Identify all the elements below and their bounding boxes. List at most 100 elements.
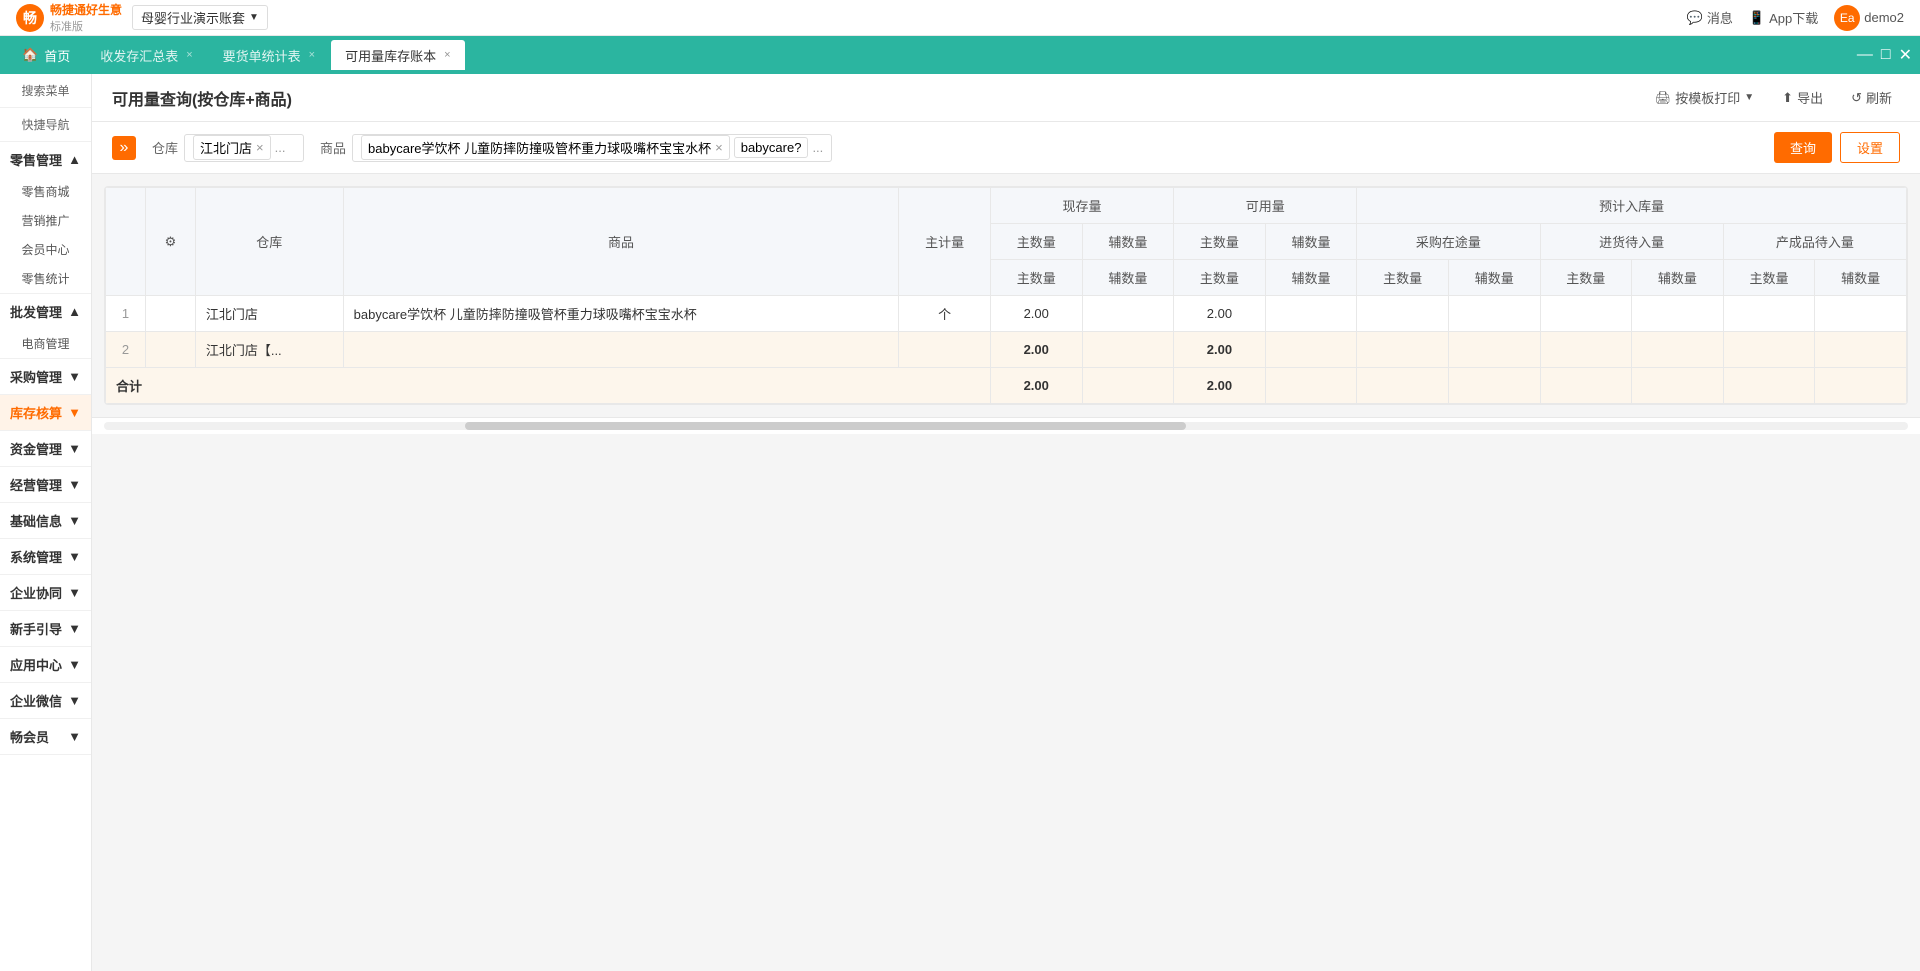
- cell-row-1-settings: [146, 296, 196, 332]
- tab-available-stock[interactable]: 可用量库存账本 ×: [331, 40, 464, 70]
- tab-order-stats[interactable]: 要货单统计表 ×: [209, 40, 329, 70]
- purchase-label: 采购管理: [10, 367, 62, 386]
- cell-row-2-product: [343, 332, 899, 368]
- product-ellipsis[interactable]: ...: [812, 140, 823, 155]
- sidebar-search-area[interactable]: 搜索菜单: [0, 74, 91, 108]
- tab-receipts[interactable]: 收发存汇总表 ×: [86, 40, 206, 70]
- product-tag-1-remove[interactable]: ×: [715, 140, 723, 155]
- cell-row-1-unit: 个: [899, 296, 991, 332]
- filter-toggle-button[interactable]: »: [112, 136, 136, 160]
- logo-text-block: 畅捷通好生意 标准版: [50, 1, 122, 34]
- sidebar-item-retail-mall[interactable]: 零售商城: [0, 177, 91, 206]
- warehouse-input[interactable]: 江北门店 × ...: [184, 134, 304, 162]
- sidebar-ops-header[interactable]: 经营管理 ▼: [0, 467, 91, 502]
- scrollbar-thumb[interactable]: [465, 422, 1187, 430]
- sidebar-collab-header[interactable]: 企业协同 ▼: [0, 575, 91, 610]
- th-purchase-transit: 采购在途量: [1357, 224, 1540, 260]
- th-planned-inbound: 预计入库量: [1357, 188, 1907, 224]
- cell-row-2-avail-main: 2.00: [1174, 332, 1266, 368]
- sidebar-shortcut[interactable]: 快捷导航: [0, 108, 91, 142]
- tab-home[interactable]: 🏠 首页: [8, 40, 84, 70]
- sidebar-section-changhui: 畅会员 ▼: [0, 719, 91, 755]
- cell-row-1-avail-main: 2.00: [1174, 296, 1266, 332]
- print-button[interactable]: 🖨 按模板打印 ▼: [1647, 84, 1762, 111]
- warehouse-tag-value: 江北门店: [200, 138, 252, 157]
- horizontal-scrollbar[interactable]: [92, 417, 1920, 434]
- summary-pp-main: [1723, 368, 1815, 404]
- tab-home-label: 首页: [44, 46, 70, 65]
- maximize-button[interactable]: □: [1881, 46, 1891, 64]
- summary-pt-main: [1357, 368, 1449, 404]
- cell-row-1-num: 1: [106, 296, 146, 332]
- th-settings[interactable]: ⚙: [146, 188, 196, 296]
- scrollbar-track[interactable]: [104, 422, 1908, 430]
- summary-current-main: 2.00: [990, 368, 1082, 404]
- sidebar-wholesale-header[interactable]: 批发管理 ▲: [0, 294, 91, 329]
- warehouse-tag: 江北门店 ×: [193, 135, 271, 160]
- print-dropdown-icon: ▼: [1744, 92, 1754, 103]
- shortcut-label[interactable]: 快捷导航: [6, 110, 85, 139]
- th-pt-main: 主数量: [1357, 260, 1449, 296]
- sidebar-purchase-header[interactable]: 采购管理 ▼: [0, 359, 91, 394]
- table-container: ⚙ 仓库 商品 主计量 现存量 可用量 预计入库量 主数量 辅数量 主数量 辅数…: [104, 186, 1908, 405]
- finance-label: 资金管理: [10, 439, 62, 458]
- sidebar-item-ecommerce[interactable]: 电商管理: [0, 329, 91, 358]
- sidebar-system-header[interactable]: 系统管理 ▼: [0, 539, 91, 574]
- wholesale-arrow: ▲: [68, 304, 81, 319]
- cell-row-2-unit: [899, 332, 991, 368]
- sidebar-newbie-header[interactable]: 新手引导 ▼: [0, 611, 91, 646]
- nav-tabs: 🏠 首页 收发存汇总表 × 要货单统计表 × 可用量库存账本 × — □ ✕: [0, 36, 1920, 74]
- sidebar-inventory-header[interactable]: 库存核算 ▼: [0, 395, 91, 430]
- th-ip-main: 主数量: [1540, 260, 1632, 296]
- print-icon: 🖨: [1655, 90, 1672, 106]
- sidebar-basic-header[interactable]: 基础信息 ▼: [0, 503, 91, 538]
- sidebar-wechat-header[interactable]: 企业微信 ▼: [0, 683, 91, 718]
- product-filter: 商品 babycare学饮杯 儿童防摔防撞吸管杯重力球吸嘴杯宝宝水杯 × bab…: [320, 134, 832, 162]
- th-pp-aux: 辅数量: [1815, 260, 1907, 296]
- warehouse-ellipsis[interactable]: ...: [275, 140, 286, 155]
- tab-available-stock-close[interactable]: ×: [444, 49, 450, 61]
- th-current-stock: 现存量: [990, 188, 1173, 224]
- sidebar-retail-header[interactable]: 零售管理 ▲: [0, 142, 91, 177]
- print-label: 按模板打印: [1675, 88, 1740, 107]
- inventory-arrow: ▼: [68, 405, 81, 420]
- search-menu-label[interactable]: 搜索菜单: [6, 82, 85, 99]
- cell-row-1-pp-aux: [1815, 296, 1907, 332]
- tab-order-stats-close[interactable]: ×: [309, 49, 315, 61]
- tab-receipts-label: 收发存汇总表: [100, 46, 178, 65]
- sidebar-section-inventory: 库存核算 ▼: [0, 395, 91, 431]
- tab-receipts-close[interactable]: ×: [186, 49, 192, 61]
- user-name: demo2: [1864, 10, 1904, 25]
- close-button[interactable]: ✕: [1899, 45, 1912, 65]
- sidebar-item-retail-stats[interactable]: 零售统计: [0, 264, 91, 293]
- query-button[interactable]: 查询: [1774, 132, 1832, 163]
- user-area[interactable]: Ea demo2: [1834, 5, 1904, 31]
- sidebar-apps-header[interactable]: 应用中心 ▼: [0, 647, 91, 682]
- industry-name: 母婴行业演示账套: [141, 8, 245, 27]
- th-cs-aux-qty: 辅数量: [1082, 260, 1174, 296]
- settings-button[interactable]: 设置: [1840, 132, 1900, 163]
- app-download-button[interactable]: 📱 App下载: [1749, 8, 1818, 27]
- th-available-main: 主数量: [1174, 224, 1266, 260]
- warehouse-tag-remove[interactable]: ×: [256, 140, 264, 155]
- sidebar-item-marketing[interactable]: 营销推广: [0, 206, 91, 235]
- sidebar-item-member[interactable]: 会员中心: [0, 235, 91, 264]
- cell-row-1-current-aux: [1082, 296, 1174, 332]
- sidebar-changhui-header[interactable]: 畅会员 ▼: [0, 719, 91, 754]
- home-icon: 🏠: [22, 47, 38, 63]
- refresh-button[interactable]: ↺ 刷新: [1843, 84, 1900, 111]
- logo-icon: 畅: [16, 4, 44, 32]
- purchase-arrow: ▼: [68, 369, 81, 384]
- data-table: ⚙ 仓库 商品 主计量 现存量 可用量 预计入库量 主数量 辅数量 主数量 辅数…: [105, 187, 1907, 404]
- th-pp-main: 主数量: [1723, 260, 1815, 296]
- industry-selector[interactable]: 母婴行业演示账套 ▼: [132, 5, 268, 30]
- minimize-button[interactable]: —: [1857, 46, 1873, 64]
- message-button[interactable]: 💬 消息: [1687, 8, 1733, 27]
- export-button[interactable]: ⬆ 导出: [1774, 84, 1831, 111]
- tab-order-stats-label: 要货单统计表: [223, 46, 301, 65]
- cell-row-1-current-main: 2.00: [990, 296, 1082, 332]
- settings-gear-icon[interactable]: ⚙: [165, 234, 177, 249]
- summary-row: 合计 2.00 2.00: [106, 368, 1907, 404]
- sidebar-finance-header[interactable]: 资金管理 ▼: [0, 431, 91, 466]
- product-input[interactable]: babycare学饮杯 儿童防摔防撞吸管杯重力球吸嘴杯宝宝水杯 × babyca…: [352, 134, 832, 162]
